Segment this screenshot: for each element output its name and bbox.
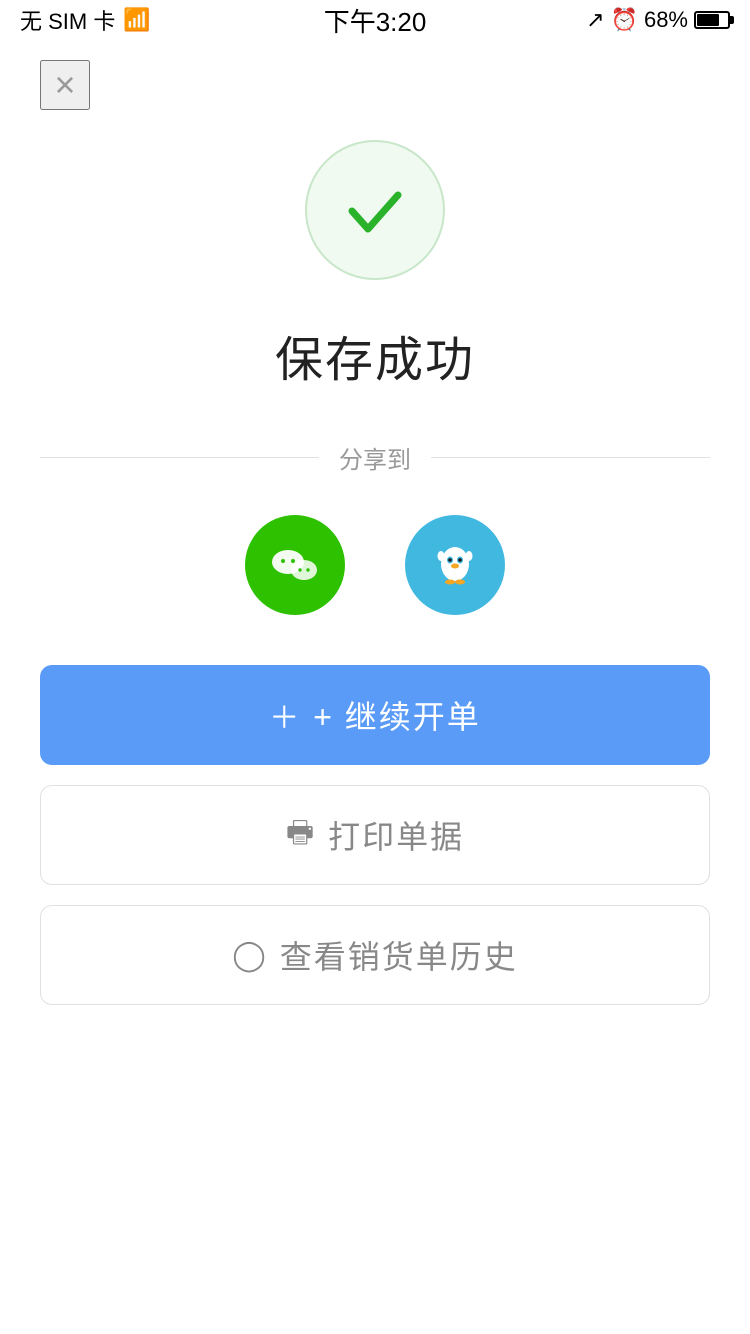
print-label: 打印单据 bbox=[328, 812, 464, 858]
clock-icon: ◯ bbox=[232, 938, 268, 973]
share-icons bbox=[40, 515, 710, 615]
continue-order-button[interactable]: ＋ + 继续开单 bbox=[40, 665, 710, 765]
close-button[interactable]: × bbox=[40, 60, 90, 110]
no-sim-label: 无 SIM 卡 bbox=[20, 4, 115, 36]
location-icon: ↗ bbox=[586, 7, 604, 33]
status-bar: 无 SIM 卡 📶 下午3:20 ↗ ⏰ 68% bbox=[0, 0, 750, 40]
history-label: 查看销货单历史 bbox=[280, 932, 518, 978]
wechat-icon bbox=[266, 536, 324, 594]
plus-icon: ＋ bbox=[269, 693, 301, 737]
wechat-share-button[interactable] bbox=[245, 515, 345, 615]
checkmark-icon bbox=[340, 175, 410, 245]
print-icon: 🖶 bbox=[286, 810, 316, 861]
success-title: 保存成功 bbox=[275, 320, 475, 390]
continue-order-label: + 继续开单 bbox=[313, 692, 481, 738]
status-right: ↗ ⏰ 68% bbox=[586, 7, 730, 33]
history-button[interactable]: ◯ 查看销货单历史 bbox=[40, 905, 710, 1005]
success-icon-wrapper bbox=[305, 140, 445, 280]
share-section: 分享到 bbox=[40, 440, 710, 615]
status-left: 无 SIM 卡 📶 bbox=[20, 4, 151, 36]
action-buttons: ＋ + 继续开单 🖶 打印单据 ◯ 查看销货单历史 bbox=[40, 665, 710, 1005]
wifi-icon: 📶 bbox=[123, 7, 150, 33]
divider-line-right bbox=[431, 457, 710, 458]
divider-line-left bbox=[40, 457, 319, 458]
battery-icon bbox=[694, 11, 730, 29]
battery-percent: 68% bbox=[644, 7, 688, 33]
share-divider: 分享到 bbox=[40, 440, 710, 475]
qq-icon bbox=[426, 536, 484, 594]
alarm-icon: ⏰ bbox=[611, 7, 638, 33]
qq-share-button[interactable] bbox=[405, 515, 505, 615]
share-label: 分享到 bbox=[339, 440, 411, 475]
main-content: × 保存成功 分享到 bbox=[0, 40, 750, 1065]
print-button[interactable]: 🖶 打印单据 bbox=[40, 785, 710, 885]
status-time: 下午3:20 bbox=[324, 2, 427, 39]
